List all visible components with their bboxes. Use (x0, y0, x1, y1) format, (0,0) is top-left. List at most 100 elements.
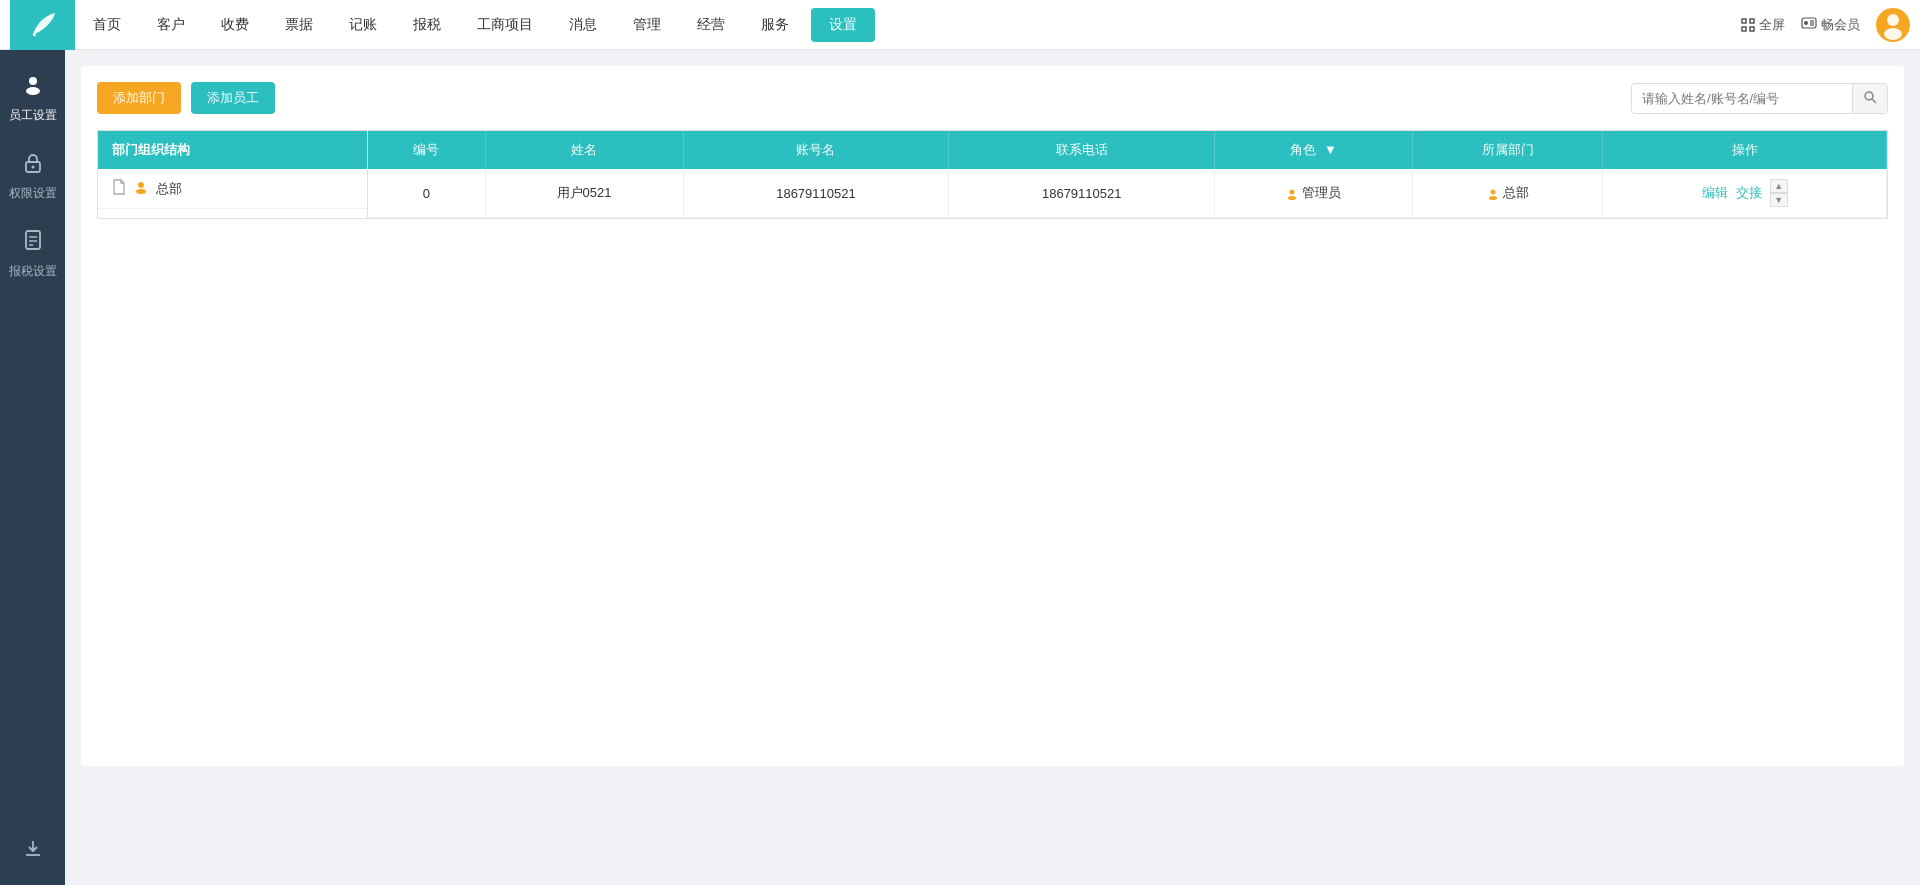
nav-item-operation[interactable]: 经营 (679, 0, 743, 50)
col-name: 姓名 (485, 131, 683, 169)
role-filter-icon[interactable]: ▼ (1324, 142, 1337, 157)
sidebar: 员工设置 权限设置 报税设置 (0, 50, 65, 885)
user-avatar[interactable] (1876, 8, 1910, 42)
row-scroll-btns: ▲ ▼ (1770, 179, 1788, 207)
lock-svg (23, 152, 43, 174)
action-交接[interactable]: 交接 (1736, 184, 1762, 202)
cell-dept: 总部 (1413, 169, 1603, 218)
svg-rect-2 (1750, 19, 1754, 23)
svg-point-10 (1887, 14, 1899, 26)
svg-point-15 (31, 166, 34, 169)
nav-item-service[interactable]: 服务 (743, 0, 807, 50)
employee-tbody: 0用户05211867911052118679110521 管理员 总部编辑交接… (368, 169, 1887, 218)
member-label: 畅会员 (1821, 16, 1860, 34)
content-card: 添加部门 添加员工 部门组织结构 (81, 66, 1904, 766)
avatar-icon (1878, 10, 1908, 40)
add-dept-button[interactable]: 添加部门 (97, 82, 181, 114)
nav-item-customer[interactable]: 客户 (139, 0, 203, 50)
nav-right: 全屏 畅会员 (1741, 8, 1910, 42)
dept-file-icon (112, 179, 126, 198)
svg-point-11 (1884, 28, 1902, 40)
svg-point-21 (1865, 92, 1873, 100)
role-icon (1286, 188, 1298, 200)
role-person-icon (1286, 185, 1298, 200)
member-btn[interactable]: 畅会员 (1801, 16, 1860, 34)
svg-point-23 (138, 182, 144, 188)
nav-item-business[interactable]: 工商项目 (459, 0, 551, 50)
col-role: 角色 ▼ (1215, 131, 1413, 169)
search-input[interactable] (1632, 85, 1852, 112)
sidebar-item-employee-label: 员工设置 (9, 107, 57, 124)
svg-point-13 (26, 87, 40, 95)
logo (10, 0, 75, 50)
dept-panel-header: 部门组织结构 (98, 131, 367, 169)
top-nav: 首页 客户 收费 票据 记账 报税 工商项目 消息 管理 经营 服务 设置 全屏 (0, 0, 1920, 50)
col-phone: 联系电话 (949, 131, 1215, 169)
sidebar-item-permission[interactable]: 权限设置 (0, 138, 65, 216)
table-layout: 部门组织结构 (97, 130, 1888, 219)
search-box (1631, 83, 1888, 114)
download-icon (23, 838, 43, 861)
nav-item-settings[interactable]: 设置 (811, 8, 875, 42)
sidebar-item-permission-label: 权限设置 (9, 185, 57, 202)
fullscreen-btn[interactable]: 全屏 (1741, 16, 1785, 34)
sidebar-item-employee[interactable]: 员工设置 (0, 60, 65, 138)
employee-icon (22, 74, 44, 96)
cell-name: 用户0521 (485, 169, 683, 218)
sidebar-item-tax-label: 报税设置 (9, 263, 57, 280)
toolbar-left: 添加部门 添加员工 (97, 82, 275, 114)
col-account: 账号名 (683, 131, 949, 169)
action-编辑[interactable]: 编辑 (1702, 184, 1728, 202)
dept-person-icon2 (1487, 185, 1499, 200)
svg-point-12 (29, 77, 37, 85)
table-header-row: 编号 姓名 账号名 联系电话 角色 ▼ 所属部门 操作 (368, 131, 1887, 169)
nav-item-accounting[interactable]: 记账 (331, 0, 395, 50)
search-button[interactable] (1852, 84, 1887, 113)
nav-item-invoice[interactable]: 票据 (267, 0, 331, 50)
col-id: 编号 (368, 131, 485, 169)
scroll-up-btn[interactable]: ▲ (1770, 179, 1788, 193)
svg-rect-3 (1742, 27, 1746, 31)
nav-item-billing[interactable]: 收费 (203, 0, 267, 50)
main-content: 添加部门 添加员工 部门组织结构 (65, 50, 1920, 885)
dept-icon2 (1487, 188, 1499, 200)
emp-table: 编号 姓名 账号名 联系电话 角色 ▼ 所属部门 操作 (367, 130, 1888, 219)
sidebar-item-download[interactable] (19, 824, 47, 875)
layout: 员工设置 权限设置 报税设置 (0, 50, 1920, 885)
sidebar-bottom (19, 824, 47, 885)
sidebar-item-tax-settings[interactable]: 报税设置 (0, 216, 65, 294)
search-icon (1863, 90, 1877, 104)
svg-point-6 (1804, 21, 1808, 25)
svg-line-22 (1872, 99, 1876, 103)
cell-id: 0 (368, 169, 485, 218)
person-dept-icon (134, 180, 148, 194)
cell-phone: 18679110521 (949, 169, 1215, 218)
dept-person-icon (134, 180, 148, 197)
svg-point-24 (136, 189, 146, 194)
nav-items: 首页 客户 收费 票据 记账 报税 工商项目 消息 管理 经营 服务 设置 (75, 0, 1741, 50)
download-svg (23, 838, 43, 858)
scroll-down-btn[interactable]: ▼ (1770, 193, 1788, 207)
file-icon (112, 179, 126, 195)
report-svg (23, 230, 43, 252)
col-action: 操作 (1603, 131, 1887, 169)
nav-item-tax[interactable]: 报税 (395, 0, 459, 50)
nav-item-manage[interactable]: 管理 (615, 0, 679, 50)
svg-rect-16 (26, 231, 40, 249)
svg-point-26 (1288, 196, 1296, 200)
svg-rect-1 (1742, 19, 1746, 23)
cell-account: 18679110521 (683, 169, 949, 218)
add-emp-button[interactable]: 添加员工 (191, 82, 275, 114)
svg-point-25 (1290, 189, 1295, 194)
lock-icon (23, 152, 43, 179)
dept-item-name: 总部 (156, 180, 182, 198)
dept-panel: 部门组织结构 (97, 130, 367, 219)
nav-item-message[interactable]: 消息 (551, 0, 615, 50)
cell-role: 管理员 (1215, 169, 1413, 218)
fullscreen-icon (1741, 18, 1755, 32)
svg-rect-4 (1750, 27, 1754, 31)
nav-item-home[interactable]: 首页 (75, 0, 139, 50)
dept-item-headquarters[interactable]: 总部 (98, 169, 367, 209)
logo-icon (25, 7, 61, 43)
cell-actions[interactable]: 编辑交接 ▲ ▼ (1603, 169, 1887, 218)
